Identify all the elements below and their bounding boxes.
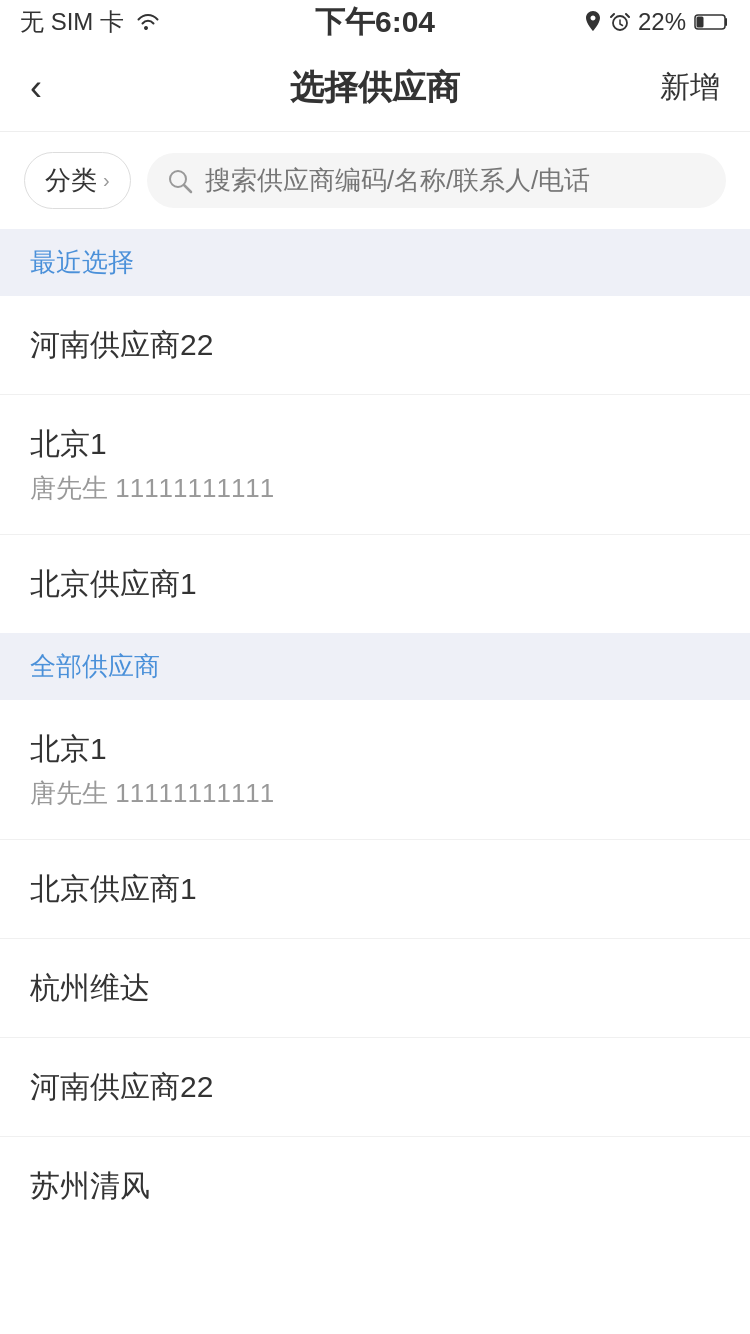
all-supplier-list: 北京1 唐先生 11111111111 北京供应商1 杭州维达 河南供应商22 …	[0, 700, 750, 1235]
svg-line-4	[184, 185, 191, 192]
status-left: 无 SIM 卡	[20, 6, 162, 38]
recent-supplier-list: 河南供应商22 北京1 唐先生 11111111111 北京供应商1	[0, 296, 750, 633]
search-input[interactable]	[205, 165, 706, 196]
supplier-name: 北京供应商1	[30, 868, 720, 910]
supplier-name: 北京供应商1	[30, 563, 720, 605]
location-icon	[584, 11, 602, 33]
battery-icon	[694, 13, 730, 31]
list-item[interactable]: 杭州维达	[0, 939, 750, 1038]
supplier-name: 河南供应商22	[30, 324, 720, 366]
alarm-icon	[610, 11, 630, 33]
supplier-contact: 唐先生 11111111111	[30, 776, 720, 811]
page-title: 选择供应商	[290, 65, 460, 111]
add-button[interactable]: 新增	[660, 67, 720, 108]
svg-rect-2	[697, 17, 704, 28]
search-bar	[147, 153, 726, 208]
chevron-right-icon: ›	[103, 169, 110, 192]
supplier-contact: 唐先生 11111111111	[30, 471, 720, 506]
recent-section-label: 最近选择	[30, 247, 134, 277]
search-icon	[167, 168, 193, 194]
category-button[interactable]: 分类 ›	[24, 152, 131, 209]
status-time: 下午6:04	[315, 2, 435, 43]
battery-percent: 22%	[638, 8, 686, 36]
supplier-name: 杭州维达	[30, 967, 720, 1009]
list-item[interactable]: 北京供应商1	[0, 535, 750, 633]
list-item[interactable]: 苏州清风	[0, 1137, 750, 1235]
recent-section-header: 最近选择	[0, 229, 750, 296]
nav-bar: ‹ 选择供应商 新增	[0, 44, 750, 132]
list-item[interactable]: 河南供应商22	[0, 1038, 750, 1137]
wifi-icon	[134, 12, 162, 32]
no-sim-label: 无 SIM 卡	[20, 6, 124, 38]
status-right: 22%	[584, 8, 730, 36]
list-item[interactable]: 河南供应商22	[0, 296, 750, 395]
filter-bar: 分类 ›	[0, 132, 750, 229]
supplier-name: 北京1	[30, 728, 720, 770]
supplier-name: 北京1	[30, 423, 720, 465]
all-section-header: 全部供应商	[0, 633, 750, 700]
list-item[interactable]: 北京供应商1	[0, 840, 750, 939]
list-item[interactable]: 北京1 唐先生 11111111111	[0, 700, 750, 840]
status-bar: 无 SIM 卡 下午6:04 22%	[0, 0, 750, 44]
category-label: 分类	[45, 163, 97, 198]
list-item[interactable]: 北京1 唐先生 11111111111	[0, 395, 750, 535]
supplier-name: 河南供应商22	[30, 1066, 720, 1108]
supplier-name: 苏州清风	[30, 1165, 720, 1207]
all-section-label: 全部供应商	[30, 651, 160, 681]
back-button[interactable]: ‹	[20, 57, 52, 119]
